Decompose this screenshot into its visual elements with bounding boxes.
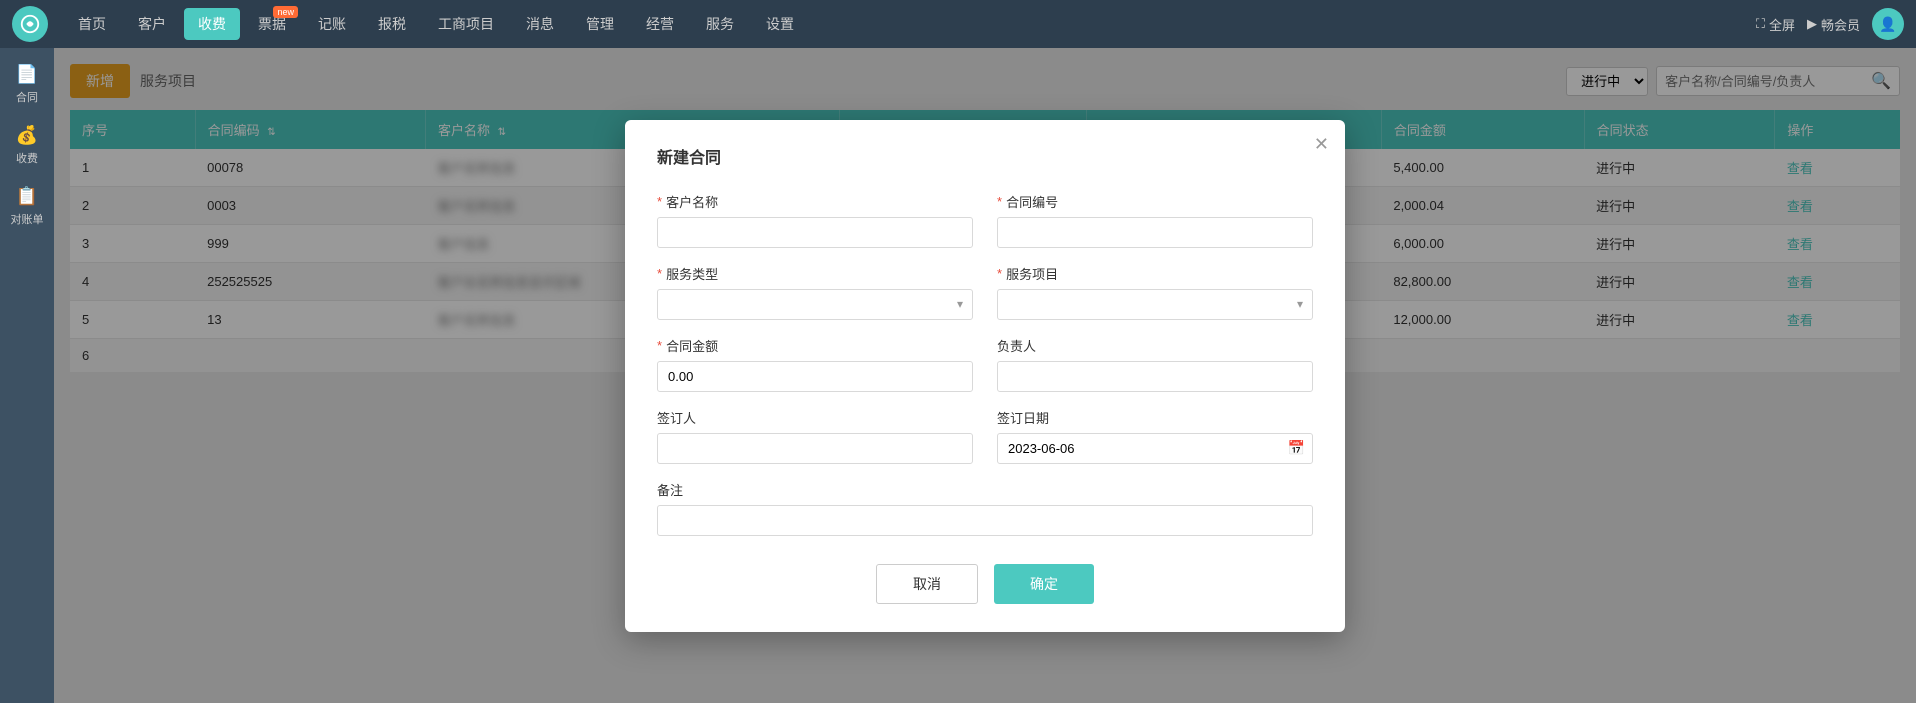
- form-grid: * 客户名称 * 合同编号: [657, 192, 1313, 536]
- select-service-type[interactable]: [657, 289, 973, 320]
- label-customer-name: * 客户名称: [657, 192, 973, 211]
- new-badge: new: [273, 6, 298, 18]
- service-item-wrapper: ▾: [997, 289, 1313, 320]
- sidebar-item-reconciliation[interactable]: 📋 对账单: [2, 178, 52, 235]
- field-service-type: * 服务类型 ▾: [657, 264, 973, 320]
- main-content: 新增 服务项目 进行中 已完成 已终止 🔍 序号 合同: [54, 48, 1916, 703]
- vip-button[interactable]: ▶ 畅会员: [1807, 15, 1860, 34]
- label-sign-date: 签订日期: [997, 408, 1313, 427]
- nav-operation[interactable]: 经营: [632, 8, 688, 40]
- vip-icon: ▶: [1807, 16, 1817, 32]
- input-contract-no[interactable]: [997, 217, 1313, 248]
- reconciliation-icon: 📋: [16, 186, 38, 207]
- input-responsible[interactable]: [997, 361, 1313, 392]
- input-sign-date[interactable]: [997, 433, 1313, 464]
- input-customer-name[interactable]: [657, 217, 973, 248]
- new-contract-modal: ✕ 新建合同 * 客户名称 * 合同编号: [625, 120, 1345, 632]
- select-service-item[interactable]: [997, 289, 1313, 320]
- nav-manage[interactable]: 管理: [572, 8, 628, 40]
- label-contract-amount: * 合同金额: [657, 336, 973, 355]
- modal-title: 新建合同: [657, 144, 1313, 168]
- sidebar: 📄 合同 💰 收费 📋 对账单: [0, 48, 54, 703]
- input-contract-amount[interactable]: [657, 361, 973, 392]
- field-contract-amount: * 合同金额: [657, 336, 973, 392]
- nav-business[interactable]: 工商项目: [424, 8, 508, 40]
- avatar[interactable]: 👤: [1872, 8, 1904, 40]
- service-type-wrapper: ▾: [657, 289, 973, 320]
- modal-overlay: ✕ 新建合同 * 客户名称 * 合同编号: [54, 48, 1916, 703]
- field-responsible: 负责人: [997, 336, 1313, 392]
- nav-fee[interactable]: 收费: [184, 8, 240, 40]
- calendar-icon[interactable]: 📅: [1288, 440, 1305, 457]
- field-signer: 签订人: [657, 408, 973, 464]
- field-customer-name: * 客户名称: [657, 192, 973, 248]
- confirm-button[interactable]: 确定: [994, 564, 1094, 604]
- nav-tax[interactable]: 报税: [364, 8, 420, 40]
- contract-icon: 📄: [16, 64, 38, 85]
- input-notes[interactable]: [657, 505, 1313, 536]
- layout: 📄 合同 💰 收费 📋 对账单 新增 服务项目 进行中 已完成 已终止: [0, 48, 1916, 703]
- nav-invoice[interactable]: 票据 new: [244, 8, 300, 40]
- fullscreen-icon: ⛶: [1756, 16, 1765, 32]
- label-responsible: 负责人: [997, 336, 1313, 355]
- nav-message[interactable]: 消息: [512, 8, 568, 40]
- navbar: 首页 客户 收费 票据 new 记账 报税 工商项目 消息 管理 经营 服务 设…: [0, 0, 1916, 48]
- nav-service[interactable]: 服务: [692, 8, 748, 40]
- label-notes: 备注: [657, 480, 1313, 499]
- nav-client[interactable]: 客户: [124, 8, 180, 40]
- label-service-item: * 服务项目: [997, 264, 1313, 283]
- nav-home[interactable]: 首页: [64, 8, 120, 40]
- nav-bookkeeping[interactable]: 记账: [304, 8, 360, 40]
- sidebar-item-fee[interactable]: 💰 收费: [2, 117, 52, 174]
- sidebar-item-contract[interactable]: 📄 合同: [2, 56, 52, 113]
- field-sign-date: 签订日期 📅: [997, 408, 1313, 464]
- sign-date-wrapper: 📅: [997, 433, 1313, 464]
- fullscreen-button[interactable]: ⛶ 全屏: [1756, 15, 1795, 34]
- field-contract-no: * 合同编号: [997, 192, 1313, 248]
- label-contract-no: * 合同编号: [997, 192, 1313, 211]
- modal-close-button[interactable]: ✕: [1314, 134, 1329, 155]
- nav-settings[interactable]: 设置: [752, 8, 808, 40]
- app-logo[interactable]: [12, 6, 48, 42]
- modal-footer: 取消 确定: [657, 564, 1313, 604]
- label-signer: 签订人: [657, 408, 973, 427]
- nav-menu: 首页 客户 收费 票据 new 记账 报税 工商项目 消息 管理 经营 服务 设…: [64, 8, 1756, 40]
- field-service-item: * 服务项目 ▾: [997, 264, 1313, 320]
- input-signer[interactable]: [657, 433, 973, 464]
- cancel-button[interactable]: 取消: [876, 564, 978, 604]
- navbar-right: ⛶ 全屏 ▶ 畅会员 👤: [1756, 8, 1904, 40]
- field-notes: 备注: [657, 480, 1313, 536]
- fee-icon: 💰: [16, 125, 38, 146]
- label-service-type: * 服务类型: [657, 264, 973, 283]
